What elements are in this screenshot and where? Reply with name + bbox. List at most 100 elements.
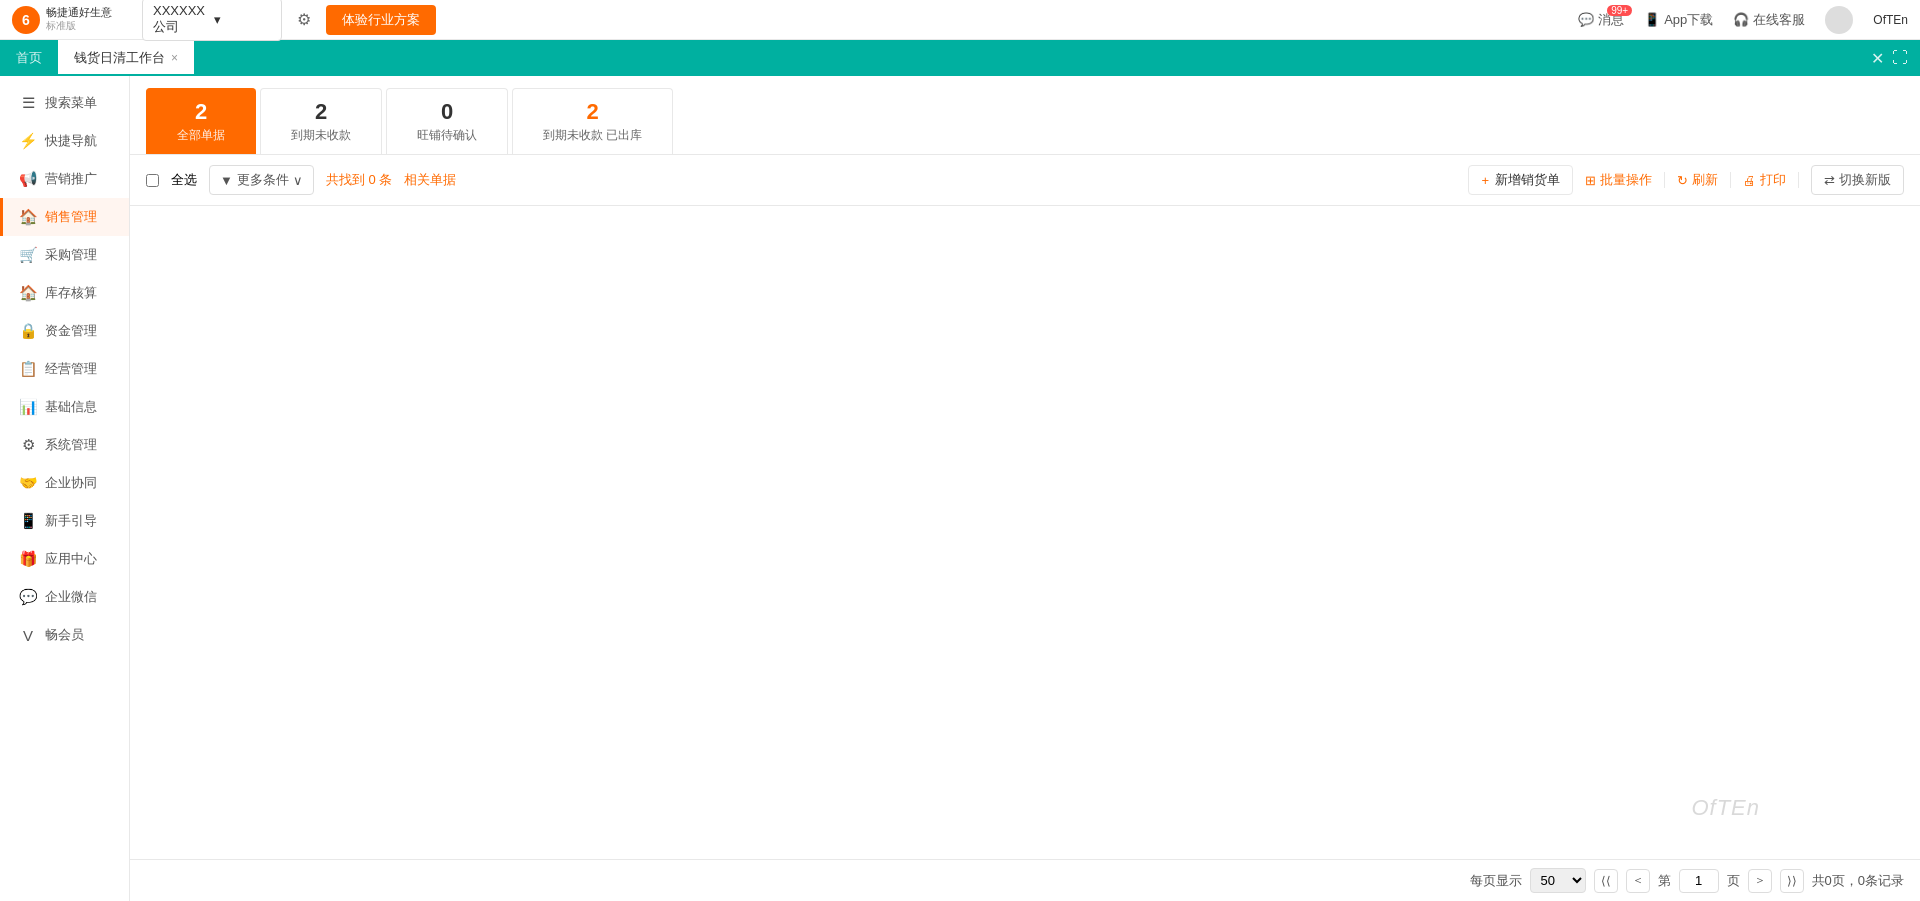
page-input[interactable] — [1679, 869, 1719, 893]
logo-text: 畅捷通好生意 — [46, 6, 112, 19]
filter-icon: ▼ — [220, 173, 233, 188]
sidebar-item-search-menu[interactable]: ☰ 搜索菜单 — [0, 84, 129, 122]
base-info-icon: 📊 — [19, 398, 37, 416]
sidebar-search-menu-label: 搜索菜单 — [45, 94, 97, 112]
gear-button[interactable]: ⚙ — [290, 6, 318, 34]
found-count-text: 共找到 0 条 — [326, 171, 392, 189]
content-area: 2 全部单据 2 到期未收款 0 旺铺待确认 2 到期未收款 已出库 全选 ▼ … — [130, 76, 1920, 901]
print-icon: 🖨 — [1743, 173, 1756, 188]
wechat-icon: 💬 — [19, 588, 37, 606]
refresh-label: 刷新 — [1692, 171, 1718, 189]
switch-icon: ⇄ — [1824, 173, 1835, 188]
related-link[interactable]: 相关单据 — [404, 171, 456, 189]
sidebar-app-center-label: 应用中心 — [45, 550, 97, 568]
operations-icon: 📋 — [19, 360, 37, 378]
first-page-button[interactable]: ⟨⟨ — [1594, 869, 1618, 893]
top-header: 6 畅捷通好生意 标准版 XXXXXX公司 ▾ ⚙ 体验行业方案 💬 消息 99… — [0, 0, 1920, 40]
company-name: XXXXXX公司 — [153, 3, 210, 36]
prev-page-button[interactable]: ＜ — [1626, 869, 1650, 893]
sidebar-sales-label: 销售管理 — [45, 208, 97, 226]
search-menu-icon: ☰ — [19, 94, 37, 112]
next-page-button[interactable]: ＞ — [1748, 869, 1772, 893]
batch-op-button[interactable]: ⊞ 批量操作 — [1585, 171, 1652, 189]
found-unit: 条 — [379, 172, 392, 187]
filter-label: 更多条件 — [237, 171, 289, 189]
nav-tab-home-label: 首页 — [16, 49, 42, 67]
sidebar-item-guide[interactable]: 📱 新手引导 — [0, 502, 129, 540]
batch-op-icon: ⊞ — [1585, 173, 1596, 188]
refresh-icon: ↻ — [1677, 173, 1688, 188]
nav-tab-close-icon[interactable]: × — [171, 51, 178, 65]
stat-tab-shipped[interactable]: 2 到期未收款 已出库 — [512, 88, 673, 154]
filter-chevron-icon: ∨ — [293, 173, 303, 188]
message-item[interactable]: 💬 消息 99+ — [1578, 11, 1624, 29]
nav-tab-workbench-label: 钱货日清工作台 — [74, 49, 165, 67]
sidebar-item-app-center[interactable]: 🎁 应用中心 — [0, 540, 129, 578]
per-page-select[interactable]: 50 100 200 — [1530, 868, 1586, 893]
logo-sub: 标准版 — [46, 19, 112, 33]
sidebar-item-cooperation[interactable]: 🤝 企业协同 — [0, 464, 129, 502]
app-download-item[interactable]: 📱 App下载 — [1644, 11, 1713, 29]
phone-icon: 📱 — [1644, 12, 1660, 27]
cooperation-icon: 🤝 — [19, 474, 37, 492]
header-right: 💬 消息 99+ 📱 App下载 🎧 在线客服 OfTEn — [1578, 6, 1908, 34]
filter-button[interactable]: ▼ 更多条件 ∨ — [209, 165, 314, 195]
sidebar-item-base-info[interactable]: 📊 基础信息 — [0, 388, 129, 426]
print-button[interactable]: 🖨 打印 — [1743, 171, 1786, 189]
sidebar-item-finance[interactable]: 🔒 资金管理 — [0, 312, 129, 350]
sidebar: ☰ 搜索菜单 ⚡ 快捷导航 📢 营销推广 🏠 销售管理 🛒 采购管理 🏠 库 — [0, 76, 130, 901]
online-service-item[interactable]: 🎧 在线客服 — [1733, 11, 1805, 29]
sidebar-item-quick-nav[interactable]: ⚡ 快捷导航 — [0, 122, 129, 160]
page-label: 第 — [1658, 872, 1671, 890]
stat-tab-wangpu[interactable]: 0 旺铺待确认 — [386, 88, 508, 154]
nav-tabs-actions: ✕ ⛶ — [1871, 49, 1920, 68]
switch-version-button[interactable]: ⇄ 切换新版 — [1811, 165, 1904, 195]
message-icon: 💬 — [1578, 12, 1594, 27]
user-name: OfTEn — [1873, 13, 1908, 27]
sidebar-operations-label: 经营管理 — [45, 360, 97, 378]
sidebar-item-member[interactable]: V 畅会员 — [0, 616, 129, 654]
sidebar-item-operations[interactable]: 📋 经营管理 — [0, 350, 129, 388]
stat-tab-all[interactable]: 2 全部单据 — [146, 88, 256, 154]
stat-tab-overdue[interactable]: 2 到期未收款 — [260, 88, 382, 154]
headset-icon: 🎧 — [1733, 12, 1749, 27]
stat-num-overdue: 2 — [291, 99, 351, 125]
select-all-label: 全选 — [171, 171, 197, 189]
trial-button[interactable]: 体验行业方案 — [326, 5, 436, 35]
nav-tab-workbench[interactable]: 钱货日清工作台 × — [58, 40, 194, 76]
sidebar-system-label: 系统管理 — [45, 436, 97, 454]
sidebar-inventory-label: 库存核算 — [45, 284, 97, 302]
sidebar-item-purchase[interactable]: 🛒 采购管理 — [0, 236, 129, 274]
sidebar-guide-label: 新手引导 — [45, 512, 97, 530]
table-area — [130, 206, 1920, 859]
close-tab-icon[interactable]: ✕ — [1871, 49, 1884, 68]
stat-num-all: 2 — [177, 99, 225, 125]
found-number: 0 — [369, 172, 376, 187]
sidebar-item-wechat[interactable]: 💬 企业微信 — [0, 578, 129, 616]
toolbar-right: + 新增销货单 ⊞ 批量操作 ↻ 刷新 🖨 打印 — [1468, 165, 1904, 195]
batch-op-label: 批量操作 — [1600, 171, 1652, 189]
sidebar-item-system[interactable]: ⚙ 系统管理 — [0, 426, 129, 464]
select-all-checkbox[interactable] — [146, 174, 159, 187]
refresh-button[interactable]: ↻ 刷新 — [1677, 171, 1718, 189]
toolbar: 全选 ▼ 更多条件 ∨ 共找到 0 条 相关单据 + 新增销货单 ⊞ 批量操作 — [130, 155, 1920, 206]
sidebar-item-marketing[interactable]: 📢 营销推广 — [0, 160, 129, 198]
found-prefix: 共找到 — [326, 172, 365, 187]
stat-label-wangpu: 旺铺待确认 — [417, 127, 477, 144]
finance-icon: 🔒 — [19, 322, 37, 340]
avatar[interactable] — [1825, 6, 1853, 34]
sidebar-item-sales[interactable]: 🏠 销售管理 — [0, 198, 129, 236]
company-selector[interactable]: XXXXXX公司 ▾ — [142, 0, 282, 41]
stat-label-shipped: 到期未收款 已出库 — [543, 127, 642, 144]
sidebar-item-inventory[interactable]: 🏠 库存核算 — [0, 274, 129, 312]
last-page-button[interactable]: ⟩⟩ — [1780, 869, 1804, 893]
logo-icon: 6 — [12, 6, 40, 34]
nav-tab-home[interactable]: 首页 — [0, 40, 58, 76]
app-download-label: App下载 — [1664, 11, 1713, 29]
member-icon: V — [19, 627, 37, 644]
stat-num-shipped: 2 — [543, 99, 642, 125]
guide-icon: 📱 — [19, 512, 37, 530]
expand-tab-icon[interactable]: ⛶ — [1892, 49, 1908, 67]
total-info: 共0页，0条记录 — [1812, 872, 1904, 890]
new-sale-button[interactable]: + 新增销货单 — [1468, 165, 1573, 195]
